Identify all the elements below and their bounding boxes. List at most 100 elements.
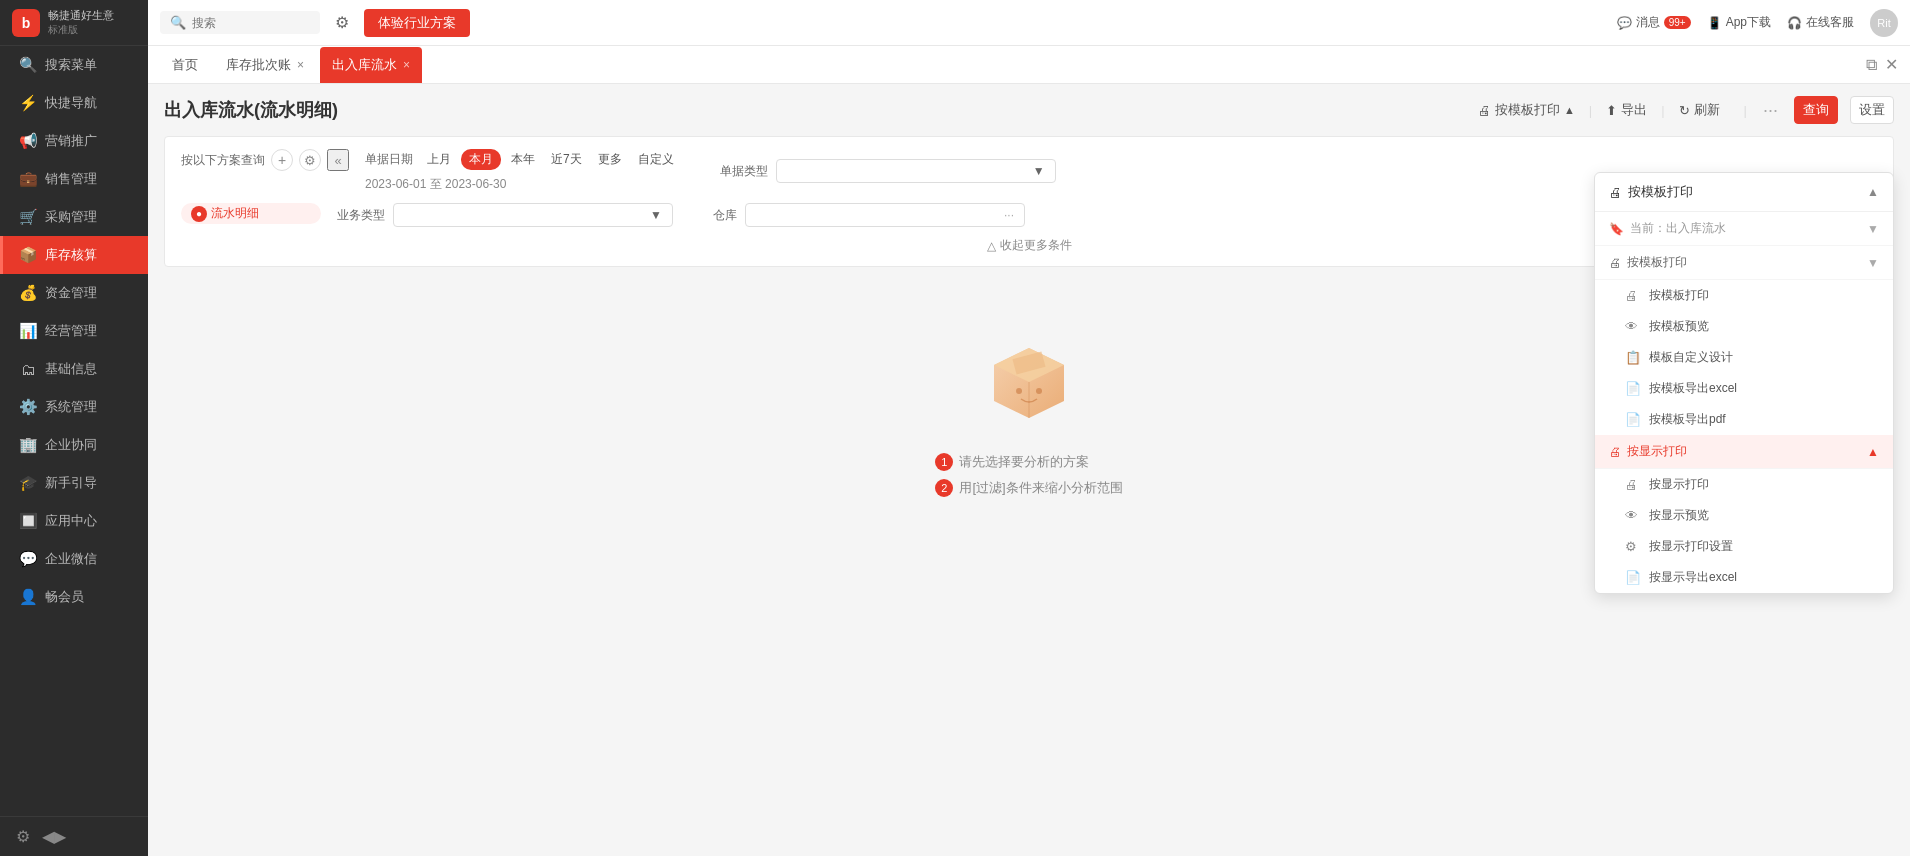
app-logo: b 畅捷通好生意 标准版 xyxy=(0,0,148,46)
dropdown-section-template-print[interactable]: 🖨 按模板打印 ▼ xyxy=(1595,246,1893,280)
dropdown-item-display-print-settings[interactable]: ⚙ 按显示打印设置 xyxy=(1595,531,1893,562)
filter-setting-button[interactable]: ⚙ xyxy=(299,149,321,171)
sidebar-item-member[interactable]: 👤 畅会员 xyxy=(0,578,148,616)
section-display-print-arrow: ▲ xyxy=(1867,445,1879,459)
customer-service-button[interactable]: 🎧 在线客服 xyxy=(1787,14,1854,31)
search-input[interactable] xyxy=(192,16,292,30)
item-display-preview-icon: 👁 xyxy=(1625,508,1641,523)
date-quick-buttons: 上月 本月 本年 近7天 更多 自定义 xyxy=(421,149,680,170)
date-btn-last-month[interactable]: 上月 xyxy=(421,149,457,170)
topbar-gear-icon[interactable]: ⚙ xyxy=(328,9,356,37)
sidebar-item-inventory[interactable]: 📦 库存核算 xyxy=(0,236,148,274)
topbar-search-box[interactable]: 🔍 xyxy=(160,11,320,34)
query-button[interactable]: 查询 xyxy=(1794,96,1838,124)
dropdown-item-template-print[interactable]: 🖨 按模板打印 xyxy=(1595,280,1893,311)
message-button[interactable]: 💬 消息 99+ xyxy=(1617,14,1691,31)
section-display-print-icon: 🖨 xyxy=(1609,445,1621,459)
dropdown-header-arrow[interactable]: ▲ xyxy=(1867,185,1879,199)
dropdown-section-display-print[interactable]: 🖨 按显示打印 ▲ xyxy=(1595,435,1893,469)
tab-home[interactable]: 首页 xyxy=(160,47,210,83)
current-label-icon: 🔖 xyxy=(1609,222,1624,236)
export-icon: ⬆ xyxy=(1606,103,1617,118)
item-display-excel-label: 按显示导出excel xyxy=(1649,569,1737,586)
hint-text-2: 用[过滤]条件来缩小分析范围 xyxy=(959,479,1122,497)
sidebar: b 畅捷通好生意 标准版 🔍 搜索菜单 ⚡ 快捷导航 📢 营销推广 💼 销售管理… xyxy=(0,0,148,856)
warehouse-filter-group: 仓库 ··· xyxy=(713,203,1025,227)
sidebar-item-search[interactable]: 🔍 搜索菜单 xyxy=(0,46,148,84)
collapse-icon: △ xyxy=(987,239,996,253)
industry-plan-button[interactable]: 体验行业方案 xyxy=(364,9,470,37)
filter-add-button[interactable]: + xyxy=(271,149,293,171)
item-display-print-settings-label: 按显示打印设置 xyxy=(1649,538,1733,555)
tab-flow[interactable]: 出入库流水 × xyxy=(320,47,422,83)
sidebar-item-marketing[interactable]: 📢 营销推广 xyxy=(0,122,148,160)
tab-home-label: 首页 xyxy=(172,56,198,74)
template-print-label: 按模板打印 xyxy=(1495,101,1560,119)
sidebar-item-app-center[interactable]: 🔲 应用中心 xyxy=(0,502,148,540)
item-template-customize-label: 模板自定义设计 xyxy=(1649,349,1733,366)
item-template-excel-label: 按模板导出excel xyxy=(1649,380,1737,397)
tab-batch[interactable]: 库存批次账 × xyxy=(214,47,316,83)
tab-flow-close[interactable]: × xyxy=(403,58,410,72)
restore-window-button[interactable]: ⧉ xyxy=(1866,56,1877,74)
more-actions-icon[interactable]: ··· xyxy=(1763,100,1778,121)
sidebar-item-quick-nav[interactable]: ⚡ 快捷导航 xyxy=(0,84,148,122)
item-display-print-label: 按显示打印 xyxy=(1649,476,1709,493)
template-print-button[interactable]: 🖨 按模板打印 ▲ xyxy=(1470,97,1583,123)
sidebar-item-enterprise[interactable]: 🏢 企业协同 xyxy=(0,426,148,464)
refresh-button[interactable]: ↻ 刷新 xyxy=(1671,97,1728,123)
doc-type-select[interactable]: ▼ xyxy=(776,159,1056,183)
date-btn-more[interactable]: 更多 xyxy=(592,149,628,170)
dropdown-item-template-preview[interactable]: 👁 按模板预览 xyxy=(1595,311,1893,342)
filter-collapse-button[interactable]: « xyxy=(327,149,349,171)
warehouse-select[interactable]: ··· xyxy=(745,203,1025,227)
dropdown-item-display-preview[interactable]: 👁 按显示预览 xyxy=(1595,500,1893,531)
close-window-button[interactable]: ✕ xyxy=(1885,55,1898,74)
topbar: 🔍 ⚙ 体验行业方案 💬 消息 99+ 📱 App下载 🎧 在线客服 Rit xyxy=(148,0,1910,46)
sidebar-item-operations[interactable]: 📊 经营管理 xyxy=(0,312,148,350)
item-template-customize-icon: 📋 xyxy=(1625,350,1641,365)
dropdown-item-template-customize[interactable]: 📋 模板自定义设计 xyxy=(1595,342,1893,373)
app-center-nav-icon: 🔲 xyxy=(19,512,37,530)
tab-batch-close[interactable]: × xyxy=(297,58,304,72)
biz-type-label: 业务类型 xyxy=(337,207,385,224)
date-btn-this-month[interactable]: 本月 xyxy=(461,149,501,170)
dropdown-header-left: 🖨 按模板打印 xyxy=(1609,183,1693,201)
biz-type-dropdown-icon: ▼ xyxy=(650,208,662,222)
sidebar-item-basic[interactable]: 🗂 基础信息 xyxy=(0,350,148,388)
date-btn-custom[interactable]: 自定义 xyxy=(632,149,680,170)
search-nav-icon: 🔍 xyxy=(19,56,37,74)
dropdown-item-template-pdf[interactable]: 📄 按模板导出pdf xyxy=(1595,404,1893,435)
sidebar-item-purchase[interactable]: 🛒 采购管理 xyxy=(0,198,148,236)
section-template-print-arrow: ▼ xyxy=(1867,256,1879,270)
biz-type-select[interactable]: ▼ xyxy=(393,203,673,227)
section-template-print-left: 🖨 按模板打印 xyxy=(1609,254,1687,271)
dropdown-item-display-excel[interactable]: 📄 按显示导出excel xyxy=(1595,562,1893,593)
dropdown-item-display-print[interactable]: 🖨 按显示打印 xyxy=(1595,469,1893,500)
date-btn-this-year[interactable]: 本年 xyxy=(505,149,541,170)
item-template-excel-icon: 📄 xyxy=(1625,381,1641,396)
sidebar-bottom: ⚙ ◀▶ xyxy=(0,816,148,856)
user-avatar[interactable]: Rit xyxy=(1870,9,1898,37)
warehouse-label: 仓库 xyxy=(713,207,737,224)
actions-divider2: | xyxy=(1661,103,1664,118)
settings-button[interactable]: 设置 xyxy=(1850,96,1894,124)
guide-nav-label: 新手引导 xyxy=(45,474,97,492)
app-download-button[interactable]: 📱 App下载 xyxy=(1707,14,1771,31)
settings-icon[interactable]: ⚙ xyxy=(16,827,30,846)
dropdown-item-template-excel[interactable]: 📄 按模板导出excel xyxy=(1595,373,1893,404)
collapse-label: 收起更多条件 xyxy=(1000,237,1072,254)
sidebar-item-sales[interactable]: 💼 销售管理 xyxy=(0,160,148,198)
topbar-search-icon: 🔍 xyxy=(170,15,186,30)
date-btn-7days[interactable]: 近7天 xyxy=(545,149,588,170)
member-nav-icon: 👤 xyxy=(19,588,37,606)
sidebar-item-system[interactable]: ⚙️ 系统管理 xyxy=(0,388,148,426)
collapse-sidebar-icon[interactable]: ◀▶ xyxy=(42,827,66,846)
sidebar-item-guide[interactable]: 🎓 新手引导 xyxy=(0,464,148,502)
svg-point-4 xyxy=(1016,388,1022,394)
export-button[interactable]: ⬆ 导出 xyxy=(1598,97,1655,123)
page-header: 出入库流水(流水明细) 🖨 按模板打印 ▲ | ⬆ 导出 | xyxy=(164,96,1894,124)
sidebar-item-finance[interactable]: 💰 资金管理 xyxy=(0,274,148,312)
sidebar-item-wechat[interactable]: 💬 企业微信 xyxy=(0,540,148,578)
item-template-pdf-icon: 📄 xyxy=(1625,412,1641,427)
